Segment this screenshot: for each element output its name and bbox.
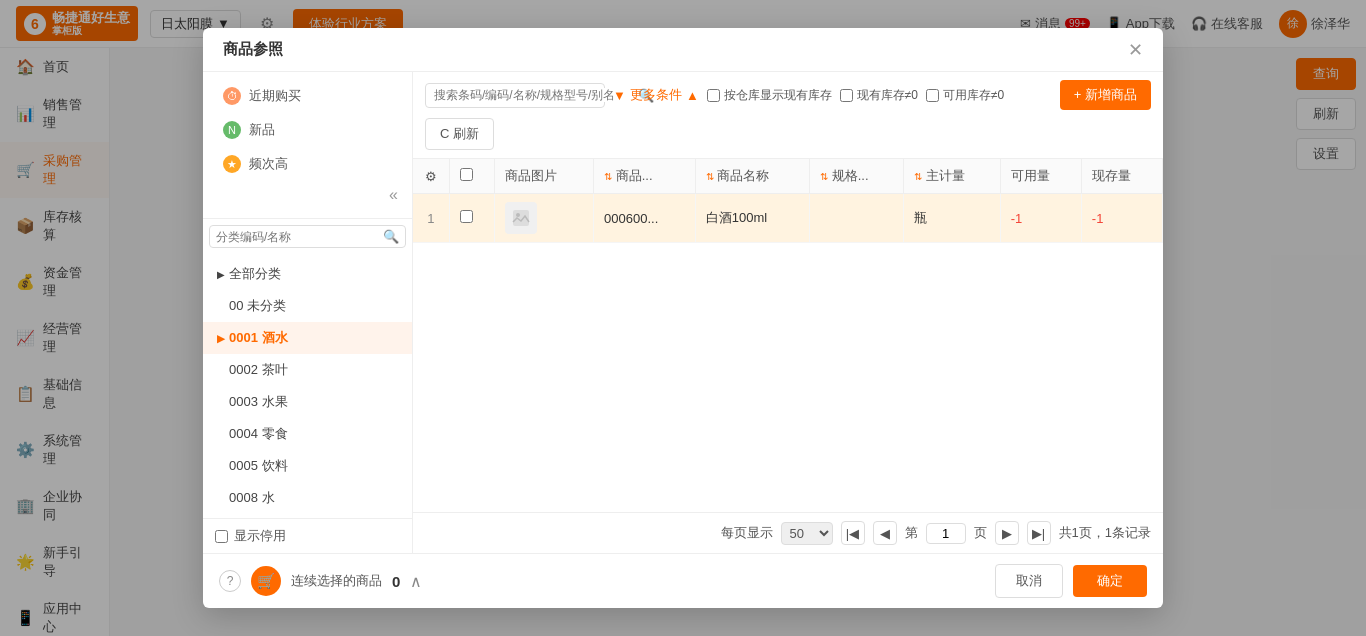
quick-new-label: 新品 [249, 121, 275, 139]
row-code: 000600... [594, 194, 696, 243]
modal-body: ⏱ 近期购买 N 新品 ★ 频次高 « [203, 72, 1163, 553]
row-spec [810, 194, 904, 243]
cat-all[interactable]: ▶ 全部分类 [203, 258, 412, 290]
product-search-box[interactable]: 🔍 [425, 83, 605, 108]
col-spec[interactable]: ⇅ 规格... [810, 159, 904, 194]
sort-spec-icon: ⇅ [820, 171, 828, 182]
quick-new-btn[interactable]: N 新品 [211, 114, 404, 146]
checkbox-current-label[interactable]: 现有库存≠0 [840, 87, 918, 104]
checkbox-warehouse[interactable] [707, 89, 720, 102]
checkbox-warehouse-label[interactable]: 按仓库显示现有库存 [707, 87, 832, 104]
col-name[interactable]: ⇅ 商品名称 [695, 159, 809, 194]
cancel-btn[interactable]: 取消 [995, 564, 1063, 598]
filter-btn-label: 更多条件 [630, 86, 682, 104]
cart-icon[interactable]: 🛒 [251, 566, 281, 596]
row-checkbox[interactable] [460, 210, 473, 223]
row-checkbox-cell[interactable] [449, 194, 495, 243]
total-label: 共1页，1条记录 [1059, 524, 1151, 542]
checkbox-available[interactable] [926, 89, 939, 102]
category-search-input[interactable] [216, 230, 383, 244]
col-checkbox[interactable] [449, 159, 495, 194]
show-disabled-label: 显示停用 [234, 527, 286, 545]
sort-name-icon: ⇅ [706, 171, 714, 182]
checkbox-current[interactable] [840, 89, 853, 102]
category-search-icon[interactable]: 🔍 [383, 229, 399, 244]
help-icon[interactable]: ? [219, 570, 241, 592]
page-label: 第 [905, 524, 918, 542]
category-list: ▶ 全部分类 00 未分类 ▶ 0001 酒水 0002 茶叶 0003 水果 [203, 254, 412, 518]
confirm-btn[interactable]: 确定 [1073, 565, 1147, 597]
cat-0004[interactable]: 0004 零食 [203, 418, 412, 450]
modal-header: 商品参照 ✕ [203, 28, 1163, 72]
cat-0001[interactable]: ▶ 0001 酒水 [203, 322, 412, 354]
page-input[interactable] [926, 523, 966, 544]
clock-icon: ⏱ [223, 87, 241, 105]
cat-0002[interactable]: 0002 茶叶 [203, 354, 412, 386]
page-size-label: 每页显示 [721, 524, 773, 542]
modal-left-panel: ⏱ 近期购买 N 新品 ★ 频次高 « [203, 72, 413, 553]
svg-point-1 [516, 213, 520, 217]
quick-recent-label: 近期购买 [249, 87, 301, 105]
prev-page-btn[interactable]: ◀ [873, 521, 897, 545]
selected-label: 连续选择的商品 [291, 572, 382, 590]
category-search[interactable]: 🔍 [209, 225, 406, 248]
modal-overlay: 商品参照 ✕ ⏱ 近期购买 N 新品 [0, 0, 1366, 636]
col-available[interactable]: 可用量 [1000, 159, 1081, 194]
cat-0008[interactable]: 0008 水 [203, 482, 412, 514]
modal-footer: ? 🛒 连续选择的商品 0 ∧ 取消 确定 [203, 553, 1163, 608]
page-suffix: 页 [974, 524, 987, 542]
modal-close-btn[interactable]: ✕ [1128, 41, 1143, 59]
selected-count: 0 [392, 573, 400, 590]
cat-0005[interactable]: 0005 饮料 [203, 450, 412, 482]
quick-freq-label: 频次高 [249, 155, 288, 173]
col-settings[interactable]: ⚙ [413, 159, 449, 194]
first-page-btn[interactable]: |◀ [841, 521, 865, 545]
table-row[interactable]: 1 000600... 白酒100ml [413, 194, 1163, 243]
last-page-btn[interactable]: ▶| [1027, 521, 1051, 545]
table-refresh-btn[interactable]: C 刷新 [425, 118, 494, 150]
filter-icon: ▼ [613, 88, 626, 103]
cat-0003[interactable]: 0003 水果 [203, 386, 412, 418]
new-icon: N [223, 121, 241, 139]
sort-icon: ⇅ [604, 171, 612, 182]
row-available: -1 [1000, 194, 1081, 243]
col-code[interactable]: ⇅ 商品... [594, 159, 696, 194]
checkbox-available-label[interactable]: 可用库存≠0 [926, 87, 1004, 104]
product-search-input[interactable] [434, 88, 634, 102]
quick-freq-btn[interactable]: ★ 频次高 [211, 148, 404, 180]
filter-btn[interactable]: ▼ 更多条件 ▲ [613, 86, 699, 104]
col-stock[interactable]: 现存量 [1081, 159, 1162, 194]
row-img-cell [495, 194, 594, 243]
next-page-btn[interactable]: ▶ [995, 521, 1019, 545]
cat-00[interactable]: 00 未分类 [203, 290, 412, 322]
modal-toolbar: 🔍 ▼ 更多条件 ▲ 按仓库显示现有库存 现有库存≠0 [413, 72, 1163, 159]
collapse-up-btn[interactable]: ∧ [410, 572, 422, 591]
product-table-wrap: ⚙ 商品图片 ⇅ 商品... ⇅ 商品名称 [413, 159, 1163, 512]
product-table: ⚙ 商品图片 ⇅ 商品... ⇅ 商品名称 [413, 159, 1163, 243]
row-num: 1 [413, 194, 449, 243]
row-name: 白酒100ml [695, 194, 809, 243]
star-icon: ★ [223, 155, 241, 173]
select-all-checkbox[interactable] [460, 168, 473, 181]
add-product-btn[interactable]: + 新增商品 [1060, 80, 1151, 110]
modal-title: 商品参照 [223, 40, 283, 59]
filter-arrow-icon: ▲ [686, 88, 699, 103]
sort-unit-icon: ⇅ [914, 171, 922, 182]
product-image [505, 202, 537, 234]
show-disabled: 显示停用 [203, 518, 412, 553]
modal-right-panel: 🔍 ▼ 更多条件 ▲ 按仓库显示现有库存 现有库存≠0 [413, 72, 1163, 553]
page-size-select[interactable]: 50 100 [781, 522, 833, 545]
modal-pagination: 每页显示 50 100 |◀ ◀ 第 页 ▶ ▶| 共1页，1条记录 [413, 512, 1163, 553]
row-stock: -1 [1081, 194, 1162, 243]
row-unit: 瓶 [903, 194, 1000, 243]
product-reference-modal: 商品参照 ✕ ⏱ 近期购买 N 新品 [203, 28, 1163, 608]
col-img: 商品图片 [495, 159, 594, 194]
collapse-left-btn[interactable]: « [383, 180, 404, 210]
show-disabled-checkbox[interactable] [215, 530, 228, 543]
quick-recent-btn[interactable]: ⏱ 近期购买 [211, 80, 404, 112]
quick-access: ⏱ 近期购买 N 新品 ★ 频次高 « [203, 72, 412, 219]
col-unit[interactable]: ⇅ 主计量 [903, 159, 1000, 194]
